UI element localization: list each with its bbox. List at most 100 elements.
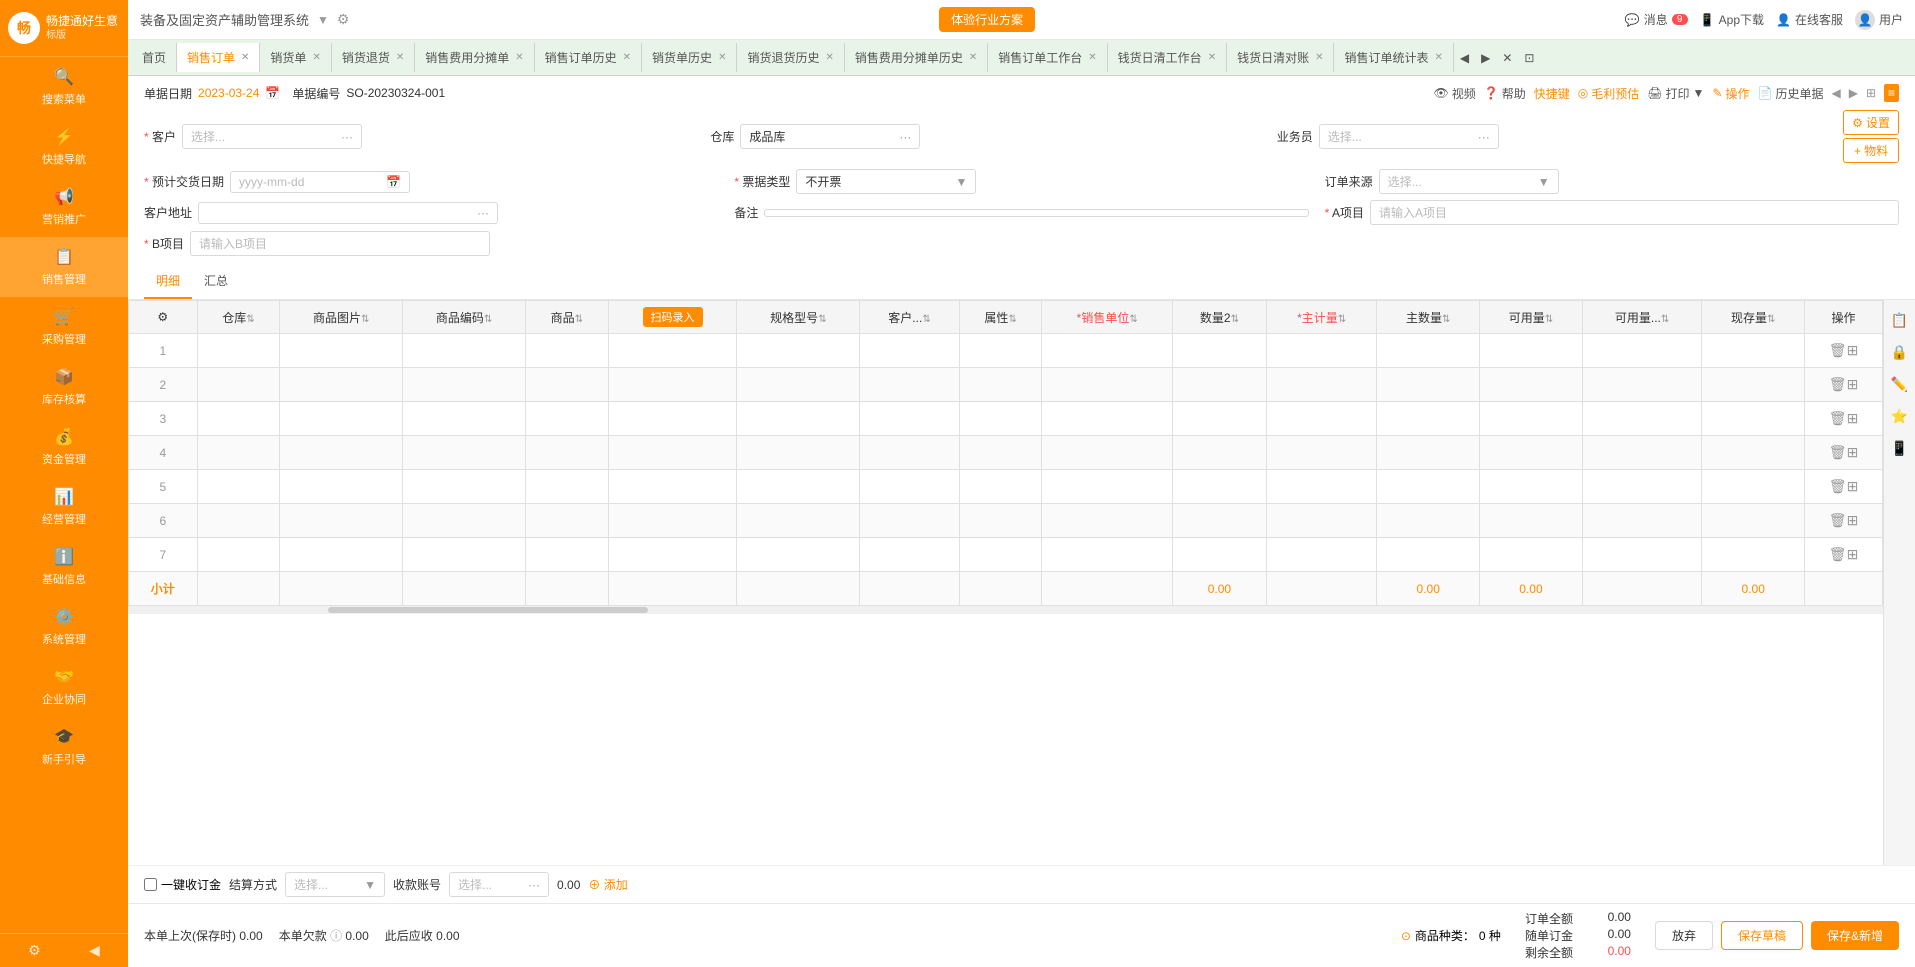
account-select[interactable]: 选择... ··· xyxy=(449,872,549,897)
copy-btn[interactable]: ⊞ xyxy=(1847,444,1859,461)
sidebar-item-基础信息[interactable]: ℹ️基础信息 xyxy=(0,537,128,597)
grid-view-icon[interactable]: ⊞ xyxy=(1866,86,1876,100)
settings-icon[interactable]: ⚙ xyxy=(28,942,41,959)
tab-钱货日清对账[interactable]: 钱货日清对账✕ xyxy=(1227,43,1334,72)
sort-icon[interactable]: ⇅ xyxy=(1545,314,1553,325)
warehouse-input[interactable]: 成品库 ··· xyxy=(740,124,920,149)
calendar-icon[interactable]: 📅 xyxy=(265,86,280,100)
copy-btn[interactable]: ⊞ xyxy=(1847,478,1859,495)
sidebar-item-采购管理[interactable]: 🛒采购管理 xyxy=(0,297,128,357)
settlement-select[interactable]: 选择... ▼ xyxy=(285,872,385,897)
sort-icon[interactable]: ⇅ xyxy=(1338,314,1346,325)
cell-action[interactable]: 🗑⊞ xyxy=(1805,538,1883,572)
cell-action[interactable]: 🗑⊞ xyxy=(1805,334,1883,368)
staff-dots[interactable]: ··· xyxy=(1478,130,1490,144)
sort-icon[interactable]: ⇅ xyxy=(1767,314,1775,325)
collapse-icon[interactable]: ◀ xyxy=(89,942,100,959)
delete-btn[interactable]: 🗑 xyxy=(1829,444,1847,461)
shortcut-btn[interactable]: 快捷键 xyxy=(1534,85,1570,102)
app-download-btn[interactable]: 📱 App下载 xyxy=(1700,11,1764,28)
tab-close-icon[interactable]: ✕ xyxy=(1435,52,1443,63)
delete-btn[interactable]: 🗑 xyxy=(1829,376,1847,393)
tab-close-icon[interactable]: ✕ xyxy=(969,52,977,63)
view-btn[interactable]: 👁 视频 xyxy=(1434,85,1476,102)
operation-btn[interactable]: ✎ 操作 xyxy=(1712,85,1749,102)
delivery-input[interactable]: yyyy-mm-dd 📅 xyxy=(230,171,410,193)
horizontal-scrollbar[interactable] xyxy=(128,606,1883,614)
scrollbar-thumb[interactable] xyxy=(328,607,648,613)
copy-btn[interactable]: ⊞ xyxy=(1847,376,1859,393)
user-btn[interactable]: 👤 用户 xyxy=(1855,10,1903,30)
sort-icon[interactable]: ⇅ xyxy=(922,314,930,325)
order-source-input[interactable]: 选择... ▼ xyxy=(1379,169,1559,194)
tab-销货退货历史[interactable]: 销货退货历史✕ xyxy=(737,43,844,72)
col-action[interactable]: 操作 xyxy=(1805,301,1883,334)
sidebar-item-新手引导[interactable]: 🎓新手引导 xyxy=(0,717,128,777)
cell-action[interactable]: 🗑⊞ xyxy=(1805,402,1883,436)
sort-icon[interactable]: ⇅ xyxy=(1008,314,1016,325)
tab-close-icon[interactable]: ✕ xyxy=(623,52,631,63)
tab-nav-btn-1[interactable]: ▶ xyxy=(1475,47,1496,69)
tab-销货退货[interactable]: 销货退货✕ xyxy=(332,43,415,72)
list-view-icon[interactable]: ≡ xyxy=(1884,84,1899,102)
tab-nav-btn-2[interactable]: ✕ xyxy=(1496,47,1518,69)
tab-close-icon[interactable]: ✕ xyxy=(825,52,833,63)
prev-record-icon[interactable]: ◀ xyxy=(1831,86,1840,100)
tab-close-icon[interactable]: ✕ xyxy=(1208,52,1216,63)
sort-icon[interactable]: ⇅ xyxy=(1442,314,1450,325)
history-btn[interactable]: 📄 历史单据 xyxy=(1757,85,1823,102)
b-project-input[interactable]: 请输入B项目 xyxy=(190,231,490,256)
industry-btn[interactable]: 体验行业方案 xyxy=(939,7,1035,32)
tab-销售订单工作台[interactable]: 销售订单工作台✕ xyxy=(988,43,1107,72)
profit-btn[interactable]: ◎ 毛利预估 xyxy=(1578,85,1640,102)
address-input[interactable]: ··· xyxy=(198,202,498,224)
address-dots[interactable]: ··· xyxy=(477,206,489,220)
sidebar-item-经营管理[interactable]: 📊经营管理 xyxy=(0,477,128,537)
tab-close-icon[interactable]: ✕ xyxy=(1315,52,1323,63)
save-draft-btn[interactable]: 保存草稿 xyxy=(1721,921,1803,950)
sort-icon[interactable]: ⇅ xyxy=(246,314,254,325)
delete-btn[interactable]: 🗑 xyxy=(1829,478,1847,495)
cell-action[interactable]: 🗑⊞ xyxy=(1805,436,1883,470)
customer-dots[interactable]: ··· xyxy=(341,130,353,144)
account-dots[interactable]: ··· xyxy=(528,878,540,892)
staff-input[interactable]: 选择... ··· xyxy=(1319,124,1499,149)
copy-btn[interactable]: ⊞ xyxy=(1847,546,1859,563)
sidebar-item-系统管理[interactable]: ⚙️系统管理 xyxy=(0,597,128,657)
tab-销售费用分摊单历史[interactable]: 销售费用分摊单历史✕ xyxy=(845,43,988,72)
tab-close-icon[interactable]: ✕ xyxy=(312,52,320,63)
sidebar-item-资金管理[interactable]: 💰资金管理 xyxy=(0,417,128,477)
settings-side-btn[interactable]: ⚙ 设置 xyxy=(1843,110,1899,135)
next-record-icon[interactable]: ▶ xyxy=(1849,86,1858,100)
tab-首页[interactable]: 首页 xyxy=(132,43,177,72)
warehouse-dots[interactable]: ··· xyxy=(899,130,911,144)
copy-btn[interactable]: ⊞ xyxy=(1847,512,1859,529)
sidebar-item-销售管理[interactable]: 📋销售管理 xyxy=(0,237,128,297)
tab-close-icon[interactable]: ✕ xyxy=(1088,52,1096,63)
one-click-input[interactable] xyxy=(144,878,157,891)
delete-btn[interactable]: 🗑 xyxy=(1829,546,1847,563)
tab-close-icon[interactable]: ✕ xyxy=(396,52,404,63)
invoice-select[interactable]: 不开票 ▼ xyxy=(796,169,976,194)
delete-btn[interactable]: 🗑 xyxy=(1829,512,1847,529)
content-tab-汇总[interactable]: 汇总 xyxy=(192,264,240,299)
right-panel-icon-3[interactable]: ⭐ xyxy=(1888,404,1912,428)
date-value[interactable]: 2023-03-24 xyxy=(198,86,259,100)
info-icon[interactable]: ⓘ xyxy=(330,929,342,943)
cell-action[interactable]: 🗑⊞ xyxy=(1805,470,1883,504)
tab-nav-btn-0[interactable]: ◀ xyxy=(1454,47,1475,69)
sidebar-item-企业协同[interactable]: 🤝企业协同 xyxy=(0,657,128,717)
message-btn[interactable]: 💬 消息 9 xyxy=(1625,11,1688,28)
right-panel-icon-4[interactable]: 📱 xyxy=(1888,436,1912,460)
help-btn[interactable]: ❓ 帮助 xyxy=(1484,85,1526,102)
sort-icon[interactable]: ⇅ xyxy=(361,314,369,325)
tab-close-icon[interactable]: ✕ xyxy=(241,52,249,63)
delete-btn[interactable]: 🗑 xyxy=(1829,342,1847,359)
sidebar-item-搜索菜单[interactable]: 🔍搜索菜单 xyxy=(0,57,128,117)
sort-icon[interactable]: ⇅ xyxy=(1661,314,1669,325)
notes-input[interactable] xyxy=(764,209,1308,217)
sort-icon[interactable]: ⇅ xyxy=(484,314,492,325)
sidebar-item-营销推广[interactable]: 📢营销推广 xyxy=(0,177,128,237)
copy-btn[interactable]: ⊞ xyxy=(1847,342,1859,359)
sort-icon[interactable]: ⇅ xyxy=(818,314,826,325)
